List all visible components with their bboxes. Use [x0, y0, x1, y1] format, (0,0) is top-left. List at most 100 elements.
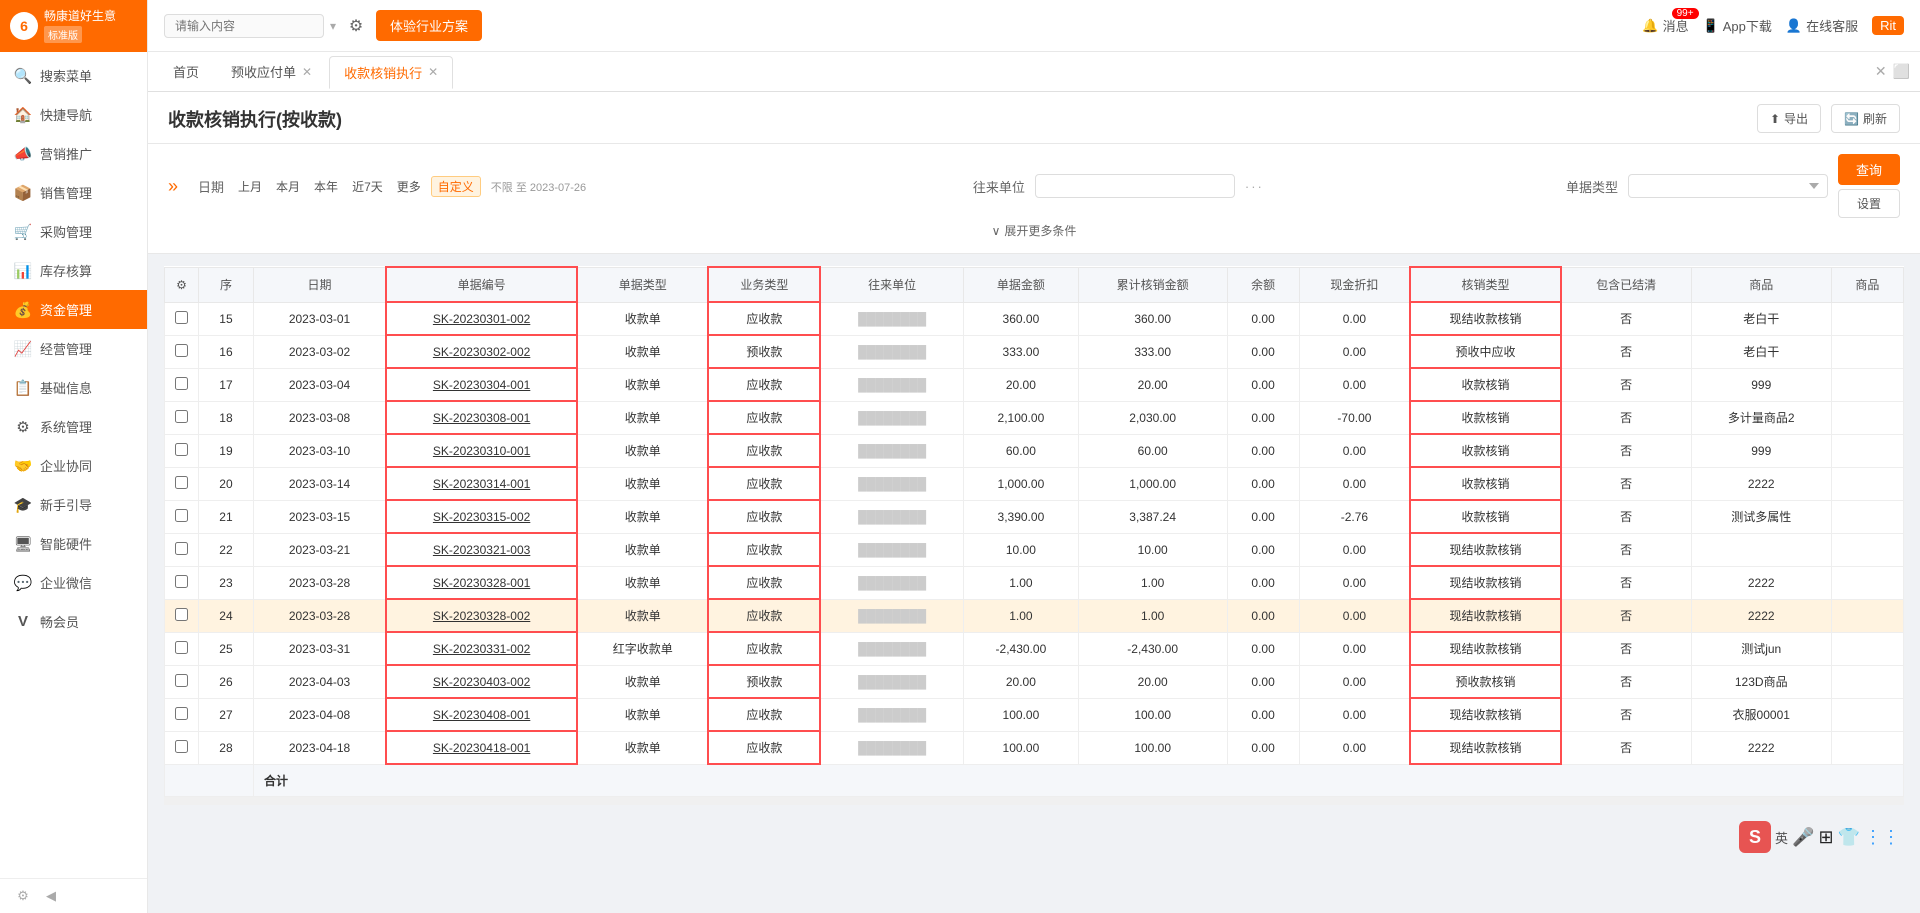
table-cell[interactable]: SK-20230304-001 — [386, 368, 577, 401]
solution-button[interactable]: 体验行业方案 — [376, 10, 482, 41]
date-link-this-month[interactable]: 本月 — [272, 176, 304, 197]
service-button[interactable]: 👤 在线客服 — [1786, 16, 1858, 35]
row-checkbox — [165, 731, 199, 764]
date-link-more[interactable]: 更多 — [393, 176, 425, 197]
table-cell: 收款单 — [577, 566, 708, 599]
topbar-chevron-icon[interactable]: ▾ — [330, 19, 336, 33]
query-button[interactable]: 查询 — [1838, 154, 1900, 185]
row-select-checkbox[interactable] — [175, 311, 188, 324]
table-cell: 0.00 — [1299, 467, 1410, 500]
row-select-checkbox[interactable] — [175, 641, 188, 654]
table-row: 232023-03-28SK-20230328-001收款单应收款███████… — [165, 566, 1904, 599]
row-select-checkbox[interactable] — [175, 443, 188, 456]
settings-button[interactable]: 设置 — [1838, 189, 1900, 218]
tab-prepay[interactable]: 预收应付单 ✕ — [216, 55, 327, 88]
row-select-checkbox[interactable] — [175, 509, 188, 522]
table-cell[interactable]: SK-20230308-001 — [386, 401, 577, 434]
sidebar-item-corp[interactable]: 🤝 企业协同 — [0, 446, 147, 485]
table-cell: 1.00 — [964, 599, 1079, 632]
table-cell[interactable]: SK-20230314-001 — [386, 467, 577, 500]
refresh-button[interactable]: 🔄 刷新 — [1831, 104, 1900, 133]
table-cell[interactable]: SK-20230328-002 — [386, 599, 577, 632]
system-icon: ⚙ — [14, 418, 32, 436]
date-link-this-year[interactable]: 本年 — [310, 176, 342, 197]
tab-prepay-label: 预收应付单 — [231, 62, 296, 81]
sidebar-item-system[interactable]: ⚙ 系统管理 — [0, 407, 147, 446]
table-cell: 0.00 — [1299, 698, 1410, 731]
table-cell[interactable]: SK-20230328-001 — [386, 566, 577, 599]
topbar-search-input[interactable] — [164, 14, 324, 38]
sidebar-item-member[interactable]: V 畅会员 — [0, 602, 147, 641]
settings-icon[interactable]: ⚙ — [14, 887, 32, 905]
sidebar-item-search[interactable]: 🔍 搜索菜单 — [0, 56, 147, 95]
table-row: 182023-03-08SK-20230308-001收款单应收款███████… — [165, 401, 1904, 434]
messages-button[interactable]: 🔔 消息 99+ — [1642, 16, 1688, 35]
maximize-icon[interactable]: ⬜ — [1893, 63, 1910, 80]
row-select-checkbox[interactable] — [175, 476, 188, 489]
tab-collection[interactable]: 收款核销执行 ✕ — [329, 56, 453, 89]
row-select-checkbox[interactable] — [175, 608, 188, 621]
col-settings[interactable]: ⚙ — [165, 267, 199, 302]
sidebar-item-purchase[interactable]: 🛒 采购管理 — [0, 212, 147, 251]
topbar-gear-icon[interactable]: ⚙ — [342, 12, 370, 40]
data-table: ⚙ 序 日期 单据编号 单据类型 业务类型 往来单位 单据金额 累计核销金额 余… — [164, 266, 1904, 797]
sidebar-item-marketing[interactable]: 📣 营销推广 — [0, 134, 147, 173]
watermark: S 英 🎤 ⊞ 👕 ⋮⋮ — [1739, 821, 1900, 853]
table-cell: 20.00 — [1078, 368, 1227, 401]
table-cell[interactable]: SK-20230403-002 — [386, 665, 577, 698]
sidebar-item-inventory[interactable]: 📊 库存核算 — [0, 251, 147, 290]
row-select-checkbox[interactable] — [175, 542, 188, 555]
filter-expand-icon[interactable]: » — [168, 176, 188, 197]
row-select-checkbox[interactable] — [175, 674, 188, 687]
sidebar-item-finance[interactable]: 💰 资金管理 — [0, 290, 147, 329]
row-select-checkbox[interactable] — [175, 344, 188, 357]
table-cell[interactable]: SK-20230301-002 — [386, 302, 577, 335]
table-cell[interactable]: SK-20230315-002 — [386, 500, 577, 533]
export-button[interactable]: ⬆ 导出 — [1757, 104, 1821, 133]
expand-more-btn[interactable]: ∨ 展开更多条件 — [168, 218, 1900, 243]
tab-collection-label: 收款核销执行 — [344, 63, 422, 82]
close-all-icon[interactable]: ✕ — [1875, 63, 1887, 80]
user-avatar[interactable]: Rit — [1872, 16, 1904, 35]
table-cell[interactable]: SK-20230310-001 — [386, 434, 577, 467]
table-cell: 0.00 — [1299, 302, 1410, 335]
row-checkbox — [165, 698, 199, 731]
app-download-button[interactable]: 📱 App下载 — [1703, 16, 1772, 35]
sidebar-item-label: 新手引导 — [40, 495, 92, 514]
partner-input[interactable] — [1035, 174, 1235, 198]
table-scroll-bar[interactable] — [164, 797, 1904, 805]
row-select-checkbox[interactable] — [175, 740, 188, 753]
sidebar-item-label: 营销推广 — [40, 144, 92, 163]
receipt-type-select[interactable] — [1628, 174, 1828, 198]
sidebar-item-operation[interactable]: 📈 经营管理 — [0, 329, 147, 368]
collapse-icon[interactable]: ◀ — [42, 887, 60, 905]
sidebar-item-wechat[interactable]: 💬 企业微信 — [0, 563, 147, 602]
table-cell[interactable]: SK-20230408-001 — [386, 698, 577, 731]
sidebar-item-hardware[interactable]: 🖥 智能硬件 — [0, 524, 147, 563]
table-cell[interactable]: SK-20230331-002 — [386, 632, 577, 665]
table-cell: 0.00 — [1299, 566, 1410, 599]
row-select-checkbox[interactable] — [175, 575, 188, 588]
row-select-checkbox[interactable] — [175, 377, 188, 390]
table-row: 262023-04-03SK-20230403-002收款单预收款███████… — [165, 665, 1904, 698]
tab-prepay-close-icon[interactable]: ✕ — [302, 65, 312, 79]
row-select-checkbox[interactable] — [175, 410, 188, 423]
sidebar-item-sales[interactable]: 📦 销售管理 — [0, 173, 147, 212]
date-link-7days[interactable]: 近7天 — [348, 176, 387, 197]
sidebar-item-basic[interactable]: 📋 基础信息 — [0, 368, 147, 407]
table-cell[interactable]: SK-20230321-003 — [386, 533, 577, 566]
date-custom-btn[interactable]: 自定义 — [431, 176, 481, 197]
filter-bar: » 日期 上月 本月 本年 近7天 更多 自定义 不限 至 2023-07-26… — [148, 144, 1920, 254]
tab-home[interactable]: 首页 — [158, 55, 214, 88]
row-select-checkbox[interactable] — [175, 707, 188, 720]
filter-row-1: » 日期 上月 本月 本年 近7天 更多 自定义 不限 至 2023-07-26… — [168, 154, 1900, 218]
tab-collection-close-icon[interactable]: ✕ — [428, 65, 438, 79]
date-link-last-month[interactable]: 上月 — [234, 176, 266, 197]
table-cell[interactable]: SK-20230302-002 — [386, 335, 577, 368]
table-cell: 17 — [199, 368, 254, 401]
sidebar-item-shortcut[interactable]: 🏠 快捷导航 — [0, 95, 147, 134]
sidebar-item-guide[interactable]: 🎓 新手引导 — [0, 485, 147, 524]
table-cell: 16 — [199, 335, 254, 368]
table-cell[interactable]: SK-20230418-001 — [386, 731, 577, 764]
row-checkbox — [165, 335, 199, 368]
